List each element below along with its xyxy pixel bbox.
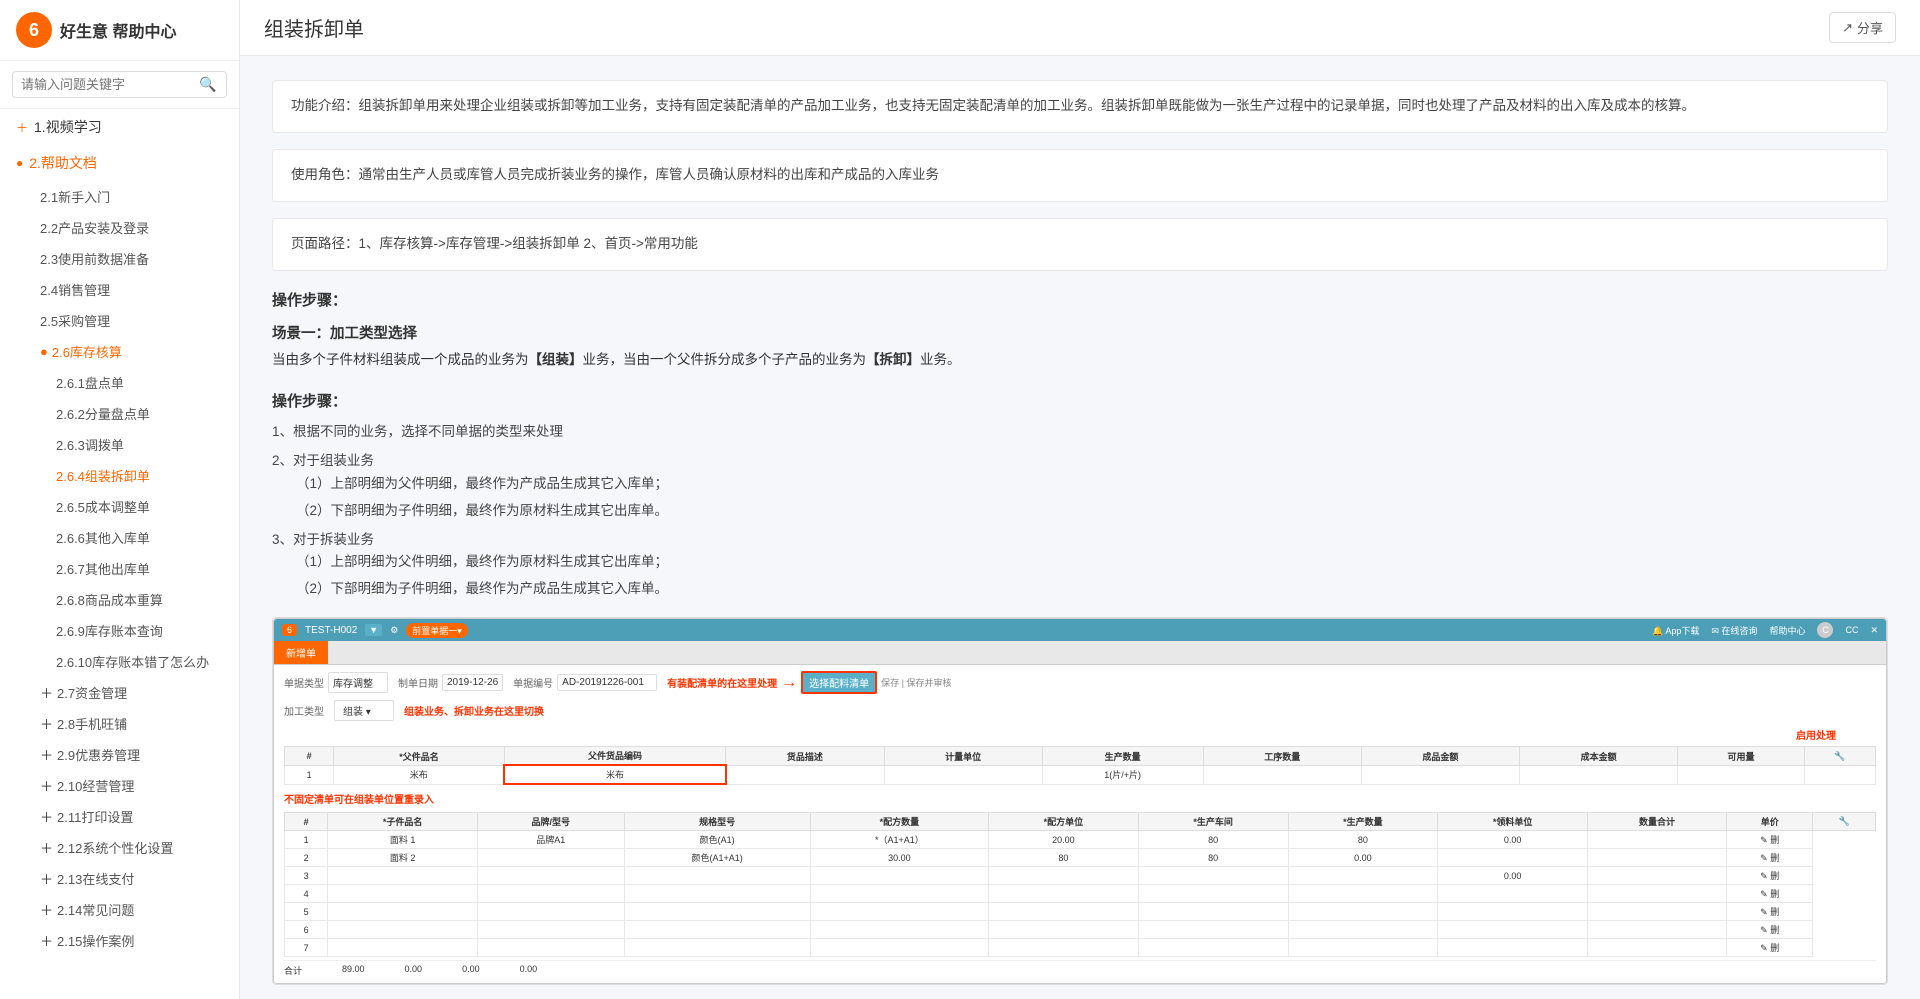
- sidebar-item-213b[interactable]: ＋ 2.13在线支付: [28, 863, 239, 894]
- sidebar-item-214b[interactable]: ＋ 2.14常见问题: [28, 894, 239, 925]
- step3: 3、对于拆装业务 （1）上部明细为父件明细，最终作为原材料生成其它出库单； （2…: [272, 529, 1888, 602]
- search-box[interactable]: 🔍: [0, 61, 239, 109]
- field-type[interactable]: 库存调整: [328, 672, 388, 693]
- step2: 2、对于组装业务 （1）上部明细为父件明细，最终作为产成品生成其它入库单； （2…: [272, 450, 1888, 523]
- share-icon: ↗: [1842, 20, 1853, 36]
- screenshot-container: 6 TEST-H002 ▼ ⚙ 前置单据一▾ 🔔 App下载 ✉ 在线咨询 帮助…: [272, 617, 1888, 985]
- path-text: 页面路径：1、库存核算->库存管理->组装拆卸单 2、首页->常用功能: [291, 236, 698, 251]
- sidebar-item-video[interactable]: ＋ 1.视频学习: [0, 109, 239, 145]
- share-button[interactable]: ↗ 分享: [1829, 12, 1896, 43]
- sidebar-item-2166[interactable]: 2.6.6其他入库单: [44, 522, 239, 553]
- sub-table-row-5: 5 ✎ 删: [285, 903, 1876, 921]
- nav-sub2: 2.6.1盘点单 2.6.2分量盘点单 2.6.3调拨单 2.6.4组装拆卸单 …: [28, 367, 239, 677]
- path-block: 页面路径：1、库存核算->库存管理->组装拆卸单 2、首页->常用功能: [272, 218, 1888, 271]
- intro-text: 功能介绍：组装拆卸单用来处理企业组装或拆卸等加工业务，支持有固定装配清单的产品加…: [291, 98, 1695, 113]
- sub-table-row-7: 7 ✎ 删: [285, 939, 1876, 957]
- app-logo: 6: [16, 12, 52, 48]
- avatar-mock: C: [1817, 622, 1833, 638]
- ui-mock: 6 TEST-H002 ▼ ⚙ 前置单据一▾ 🔔 App下载 ✉ 在线咨询 帮助…: [273, 618, 1887, 984]
- ops-title: 操作步骤：: [272, 289, 1888, 310]
- steps-list: 1、根据不同的业务，选择不同单据的类型来处理 2、对于组装业务 （1）上部明细为…: [272, 421, 1888, 602]
- role-block: 使用角色：通常由生产人员或库管人员完成折装业务的操作，库管人员确认原材料的出库和…: [272, 149, 1888, 202]
- page-title: 组装拆卸单: [264, 13, 364, 42]
- upper-table: # *父件品名 父件货品编码 货品描述 计量单位 生产数量 工序数量 成品金额 …: [284, 746, 1876, 785]
- sidebar-item-211b[interactable]: ＋ 2.11打印设置: [28, 801, 239, 832]
- sidebar-item-21610[interactable]: 2.6.10库存账本错了怎么办: [44, 646, 239, 677]
- form-area: 单据类型 库存调整 制单日期 2019-12-26 单据编号 AD-201912…: [274, 665, 1886, 983]
- sidebar-item-2164[interactable]: 2.6.4组装拆卸单: [44, 460, 239, 491]
- sidebar-item-2169[interactable]: 2.6.9库存账本查询: [44, 615, 239, 646]
- step2-sub1: （1）上部明细为父件明细，最终作为产成品生成其它入库单；: [296, 473, 1888, 496]
- annotation1: 有装配清单的在这里处理: [667, 675, 777, 690]
- sub-table-row-4: 4 ✎ 删: [285, 885, 1876, 903]
- sidebar-item-27[interactable]: ＋ 2.7资金管理: [28, 677, 239, 708]
- scene1-title: 场景一：加工类型选择: [272, 322, 1888, 343]
- annotation3: 启用处理: [1796, 727, 1836, 742]
- sidebar-item-215b[interactable]: ＋ 2.15操作案例: [28, 925, 239, 956]
- tab-new[interactable]: 新增单: [274, 641, 328, 664]
- field-process-type[interactable]: 组装 ▾: [334, 700, 394, 721]
- step2-sub2: （2）下部明细为子件明细，最终作为原材料生成其它出库单。: [296, 500, 1888, 523]
- sidebar-item-2163[interactable]: 2.6.3调拨单: [44, 429, 239, 460]
- step1: 1、根据不同的业务，选择不同单据的类型来处理: [272, 421, 1888, 444]
- sidebar-item-210[interactable]: ＋ 2.10经营管理: [28, 770, 239, 801]
- step3-sub2: （2）下部明细为子件明细，最终作为产成品生成其它入库单。: [296, 578, 1888, 601]
- sub-table-row-6: 6 ✎ 删: [285, 921, 1876, 939]
- annotation4: 不固定清单可在组装单位置重录入: [284, 791, 434, 806]
- sidebar-item-2168[interactable]: 2.6.8商品成本重算: [44, 584, 239, 615]
- step3-sub1: （1）上部明细为父件明细，最终作为原材料生成其它出库单；: [296, 551, 1888, 574]
- upper-table-container: # *父件品名 父件货品编码 货品描述 计量单位 生产数量 工序数量 成品金额 …: [284, 746, 1876, 785]
- ui-titlebar: 6 TEST-H002 ▼ ⚙ 前置单据一▾ 🔔 App下载 ✉ 在线咨询 帮助…: [274, 619, 1886, 641]
- collapse-icon: ●: [16, 156, 23, 170]
- search-input[interactable]: [12, 71, 227, 98]
- scene1-desc: 当由多个子件材料组装成一个成品的业务为【组装】业务，当由一个父件拆分成多个子产品…: [272, 349, 1888, 372]
- form-row1: 单据类型 库存调整 制单日期 2019-12-26 单据编号 AD-201912…: [284, 671, 1876, 694]
- sub-table-row-2: 2 面料 2 颜色(A1+A1) 30.00 80 80 0.00: [285, 849, 1876, 867]
- sidebar-item-2167[interactable]: 2.6.7其他出库单: [44, 553, 239, 584]
- ops-steps-title: 操作步骤：: [272, 390, 1888, 411]
- logo-badge: 6: [282, 624, 297, 636]
- sidebar-item-215[interactable]: 2.5采购管理: [28, 305, 239, 336]
- sidebar-item-212b[interactable]: ＋ 2.12系统个性化设置: [28, 832, 239, 863]
- tab-bar: 新增单: [274, 641, 1886, 665]
- sidebar-item-214[interactable]: 2.4销售管理: [28, 274, 239, 305]
- content-area: 功能介绍：组装拆卸单用来处理企业组装或拆卸等加工业务，支持有固定装配清单的产品加…: [240, 56, 1920, 999]
- table-row: 1 米布 米布 1(片/+片): [285, 765, 1876, 784]
- sub-table-row-3: 3 0.00 ✎ 删: [285, 867, 1876, 885]
- main-area: 组装拆卸单 ↗ 分享 功能介绍：组装拆卸单用来处理企业组装或拆卸等加工业务，支持…: [240, 0, 1920, 999]
- step2-sub: （1）上部明细为父件明细，最终作为产成品生成其它入库单； （2）下部明细为子件明…: [272, 473, 1888, 523]
- sidebar-item-help[interactable]: ● 2.帮助文档: [0, 145, 239, 181]
- titlebar-text: TEST-H002: [305, 625, 357, 636]
- topbar: 组装拆卸单 ↗ 分享: [240, 0, 1920, 56]
- sidebar-item-211[interactable]: 2.1新手入门: [28, 181, 239, 212]
- field-date[interactable]: 2019-12-26: [442, 674, 503, 691]
- bottom-summary: 合计 89.00 0.00 0.00 0.00: [284, 960, 1876, 977]
- sub-table-row-1: 1 面料 1 品牌A1 颜色(A1) *（A1+A1） 20.00 80 80 …: [285, 831, 1876, 849]
- search-icon[interactable]: 🔍: [199, 76, 216, 93]
- tab-new-order: 前置单据一▾: [406, 623, 468, 638]
- step3-sub: （1）上部明细为父件明细，最终作为原材料生成其它出库单； （2）下部明细为子件明…: [272, 551, 1888, 601]
- sidebar-item-28[interactable]: ＋ 2.8手机旺铺: [28, 708, 239, 739]
- sidebar-item-2165[interactable]: 2.6.5成本调整单: [44, 491, 239, 522]
- form-row2: 加工类型 组装 ▾ 组装业务、拆卸业务在这里切换: [284, 700, 1876, 721]
- sidebar: 6 好生意 帮助中心 🔍 ＋ 1.视频学习 ● 2.帮助文档 2.1新手入门 2…: [0, 0, 240, 999]
- sidebar-item-2161[interactable]: 2.6.1盘点单: [44, 367, 239, 398]
- lower-table-container: # *子件品名 品牌/型号 规格型号 *配方数量 *配方单位 *生产车间 *生产…: [284, 812, 1876, 957]
- sidebar-item-212[interactable]: 2.2产品安装及登录: [28, 212, 239, 243]
- field-code[interactable]: AD-20191226-001: [557, 674, 657, 691]
- sidebar-item-2162[interactable]: 2.6.2分量盘点单: [44, 398, 239, 429]
- role-text: 使用角色：通常由生产人员或库管人员完成折装业务的操作，库管人员确认原材料的出库和…: [291, 167, 939, 182]
- annotation2: 组装业务、拆卸业务在这里切换: [404, 703, 544, 718]
- nav-section: ＋ 1.视频学习 ● 2.帮助文档 2.1新手入门 2.2产品安装及登录 2.3…: [0, 109, 239, 956]
- intro-block: 功能介绍：组装拆卸单用来处理企业组装或拆卸等加工业务，支持有固定装配清单的产品加…: [272, 80, 1888, 133]
- expand-icon: ＋: [16, 119, 28, 136]
- lower-table: # *子件品名 品牌/型号 规格型号 *配方数量 *配方单位 *生产车间 *生产…: [284, 812, 1876, 957]
- sidebar-item-216[interactable]: ● 2.6库存核算: [28, 336, 239, 367]
- sidebar-item-213[interactable]: 2.3使用前数据准备: [28, 243, 239, 274]
- btn-select-bom[interactable]: 选择配料清单: [801, 671, 877, 694]
- nav-sub-help: 2.1新手入门 2.2产品安装及登录 2.3使用前数据准备 2.4销售管理 2.…: [0, 181, 239, 956]
- app-title: 好生意 帮助中心: [60, 18, 176, 42]
- sidebar-header: 6 好生意 帮助中心: [0, 0, 239, 61]
- sidebar-item-29[interactable]: ＋ 2.9优惠券管理: [28, 739, 239, 770]
